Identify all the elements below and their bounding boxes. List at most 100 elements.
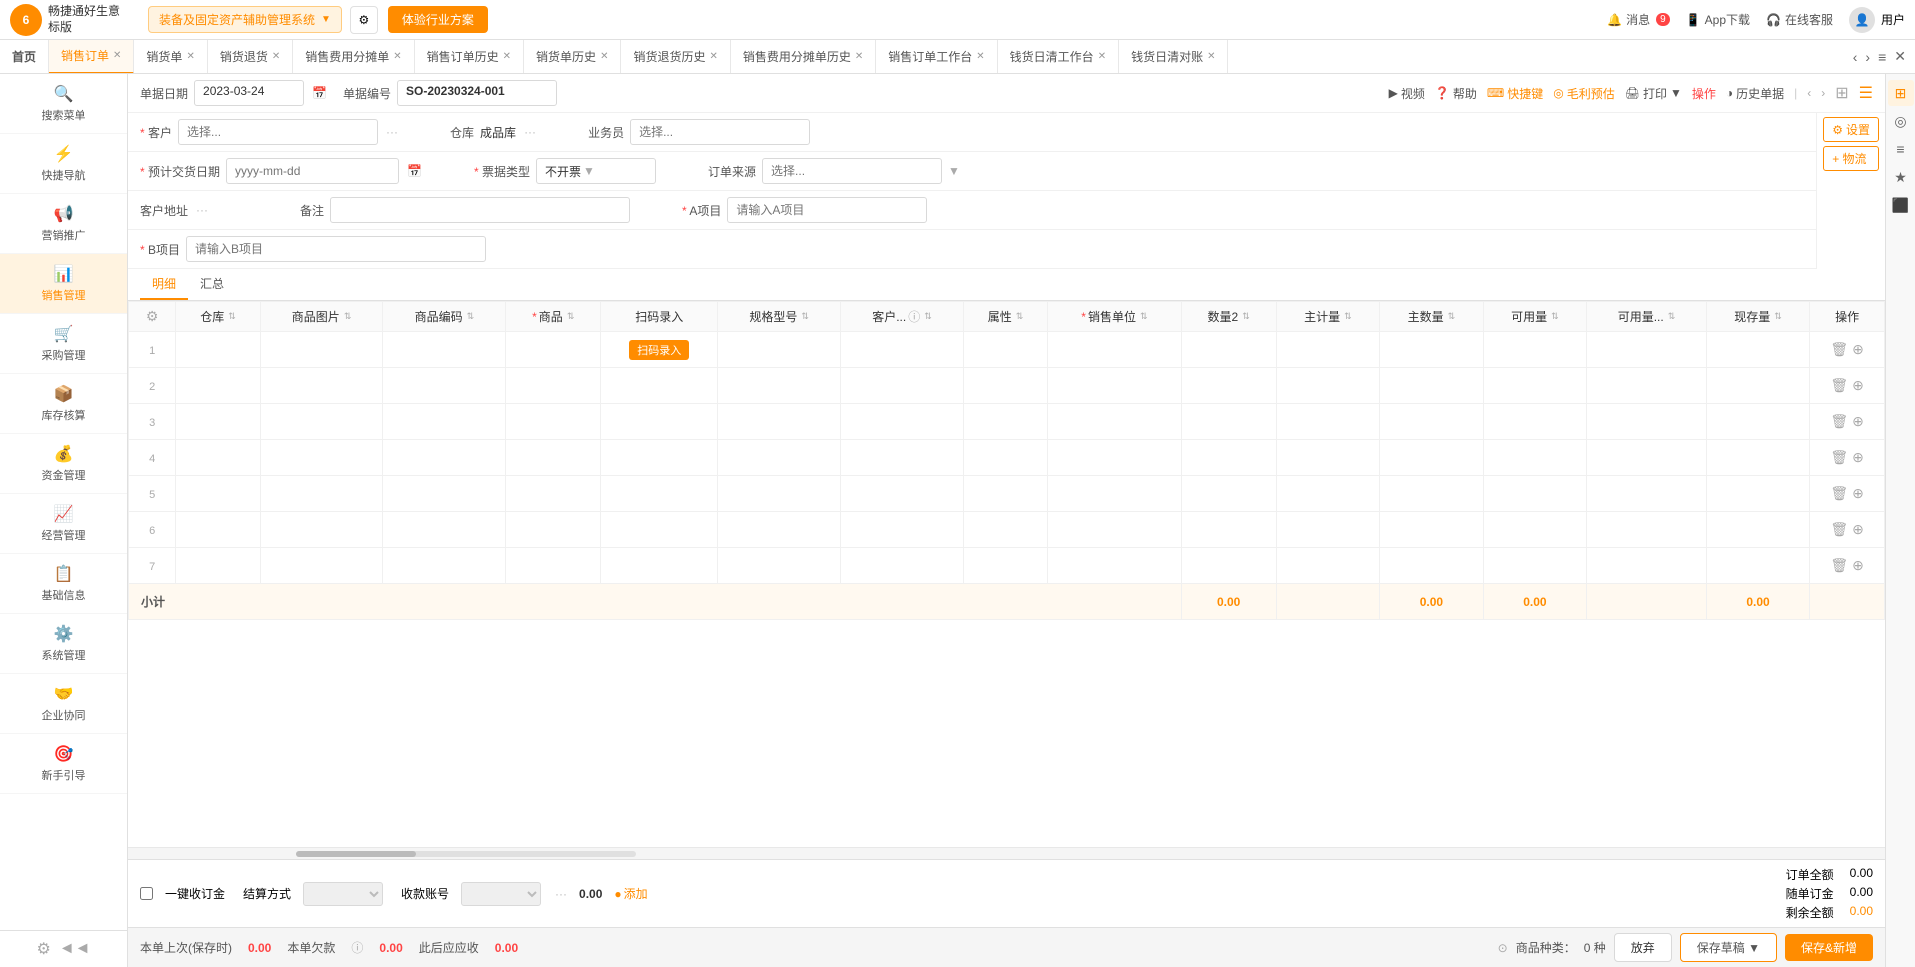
sidebar-item-purchase[interactable]: 🛒 采购管理 [0, 314, 127, 374]
delete-icon-4[interactable]: 🗑 [1830, 449, 1848, 466]
operation-btn[interactable]: 操作 [1692, 85, 1716, 102]
right-panel-icon-3[interactable]: ≡ [1888, 136, 1914, 162]
sidebar-item-finance[interactable]: 💰 资金管理 [0, 434, 127, 494]
tab-close-icon[interactable]: ✕ [113, 50, 121, 61]
right-panel-icon-4[interactable]: ★ [1888, 164, 1914, 190]
tab-home[interactable]: 首页 [0, 40, 49, 74]
order-source-input[interactable] [762, 158, 942, 184]
tab-close-icon[interactable]: ✕ [393, 51, 401, 62]
tab-daily-workbench[interactable]: 钱货日清工作台 ✕ [998, 40, 1119, 74]
save-draft-btn[interactable]: 保存草稿 ▼ [1680, 933, 1777, 962]
delivery-calendar-icon[interactable]: 📅 [407, 164, 422, 178]
tab-close-icon[interactable]: ✕ [1207, 51, 1215, 62]
delete-icon-1[interactable]: 🗑 [1830, 341, 1848, 358]
tab-sales-return[interactable]: 销货退货 ✕ [208, 40, 293, 74]
customer-input[interactable] [178, 119, 378, 145]
settings-gear-btn[interactable]: ⚙ [350, 6, 378, 34]
sidebar-item-search[interactable]: 🔍 搜索菜单 [0, 74, 127, 134]
tab-close-icon[interactable]: ✕ [855, 51, 863, 62]
delete-icon-5[interactable]: 🗑 [1830, 485, 1848, 502]
app-download-item[interactable]: 📱 App下载 [1686, 11, 1750, 28]
tab-sales-order[interactable]: 销售订单 ✕ [49, 40, 134, 74]
print-btn[interactable]: 🖨 打印 ▼ [1625, 85, 1682, 102]
warehouse-expand-icon[interactable]: ··· [524, 125, 536, 139]
copy-icon-4[interactable]: ⊕ [1852, 449, 1864, 466]
date-input[interactable]: 2023-03-24 [194, 80, 304, 106]
customer-expand-icon[interactable]: ··· [386, 125, 398, 139]
tab-sales-invoice[interactable]: 销货单 ✕ [134, 40, 207, 74]
tab-close-icon[interactable]: ✕ [976, 51, 984, 62]
shortcut-btn[interactable]: ⌨ 快捷键 [1487, 85, 1543, 102]
tab-order-history[interactable]: 销售订单历史 ✕ [415, 40, 524, 74]
copy-icon-3[interactable]: ⊕ [1852, 413, 1864, 430]
b-project-input[interactable] [186, 236, 486, 262]
tab-fee-split[interactable]: 销售费用分摊单 ✕ [293, 40, 414, 74]
tab-order-workbench[interactable]: 销售订单工作台 ✕ [876, 40, 997, 74]
tab-prev-icon[interactable]: ‹ [1850, 49, 1861, 65]
industry-btn[interactable]: 体验行业方案 [388, 6, 488, 33]
sidebar-item-management[interactable]: 📈 经营管理 [0, 494, 127, 554]
calendar-icon[interactable]: 📅 [312, 86, 327, 100]
sidebar-item-guide[interactable]: 🎯 新手引导 [0, 734, 127, 794]
notification-item[interactable]: 🔔 消息 9 [1607, 11, 1670, 28]
toolbar-next-icon[interactable]: › [1821, 86, 1825, 100]
tab-close-icon[interactable]: ✕ [503, 51, 511, 62]
copy-icon-7[interactable]: ⊕ [1852, 557, 1864, 574]
add-btn[interactable]: ● 添加 [614, 885, 647, 902]
profit-btn[interactable]: ◎ 毛利预估 [1553, 85, 1615, 102]
tab-close-icon[interactable]: ✕ [709, 51, 717, 62]
sidebar-item-basics[interactable]: 📋 基础信息 [0, 554, 127, 614]
sidebar-collapse-icon[interactable]: ◄◄ [59, 940, 91, 958]
tab-menu-icon[interactable]: ≡ [1875, 49, 1889, 65]
quick-order-checkbox[interactable] [140, 887, 153, 900]
code-input[interactable]: SO-20230324-001 [397, 80, 557, 106]
staff-input[interactable] [630, 119, 810, 145]
copy-icon-1[interactable]: ⊕ [1852, 341, 1864, 358]
copy-icon-6[interactable]: ⊕ [1852, 521, 1864, 538]
copy-icon-5[interactable]: ⊕ [1852, 485, 1864, 502]
user-area[interactable]: 👤 用户 [1849, 7, 1905, 33]
delivery-input[interactable] [226, 158, 399, 184]
sidebar-item-sales[interactable]: 📊 销售管理 [0, 254, 127, 314]
delete-icon-6[interactable]: 🗑 [1830, 521, 1848, 538]
scan-btn-1[interactable]: 扫码录入 [629, 340, 689, 360]
sub-tab-summary[interactable]: 汇总 [188, 269, 236, 300]
help-btn[interactable]: ❓ 帮助 [1435, 85, 1477, 102]
sidebar-item-inventory[interactable]: 📦 库存核算 [0, 374, 127, 434]
settings-right-btn[interactable]: ⚙ ⚙️ 设置 [1823, 117, 1879, 142]
tab-close-icon[interactable]: ✕ [1098, 51, 1106, 62]
delete-icon-7[interactable]: 🗑 [1830, 557, 1848, 574]
discard-btn[interactable]: 放弃 [1614, 933, 1672, 962]
tab-close-icon[interactable]: ✕ [272, 51, 280, 62]
address-expand-icon[interactable]: ··· [196, 203, 208, 217]
right-panel-icon-1[interactable]: ⊞ [1888, 80, 1914, 106]
tab-close-icon[interactable]: ✕ [186, 51, 194, 62]
right-panel-icon-5[interactable]: ⬛ [1888, 192, 1914, 218]
delete-icon-2[interactable]: 🗑 [1830, 377, 1848, 394]
online-support-item[interactable]: 🎧 在线客服 [1766, 11, 1833, 28]
tab-daily-account[interactable]: 钱货日清对账 ✕ [1119, 40, 1228, 74]
account-select[interactable] [461, 882, 541, 906]
tab-fee-history[interactable]: 销售费用分摊单历史 ✕ [731, 40, 876, 74]
add-material-btn[interactable]: + 物流 [1823, 146, 1879, 171]
toolbar-grid-icon[interactable]: ⊞ [1835, 83, 1848, 103]
payment-select[interactable] [303, 882, 383, 906]
save-new-btn[interactable]: 保存&新增 [1785, 934, 1873, 961]
delete-icon-3[interactable]: 🗑 [1830, 413, 1848, 430]
invoice-select[interactable]: 不开票 ▼ [536, 158, 656, 184]
remark-input[interactable] [330, 197, 630, 223]
system-title-btn[interactable]: 装备及固定资产辅助管理系统 ▼ [148, 6, 342, 33]
scrollbar-track[interactable] [296, 851, 636, 857]
tab-invoice-history[interactable]: 销货单历史 ✕ [524, 40, 621, 74]
copy-icon-2[interactable]: ⊕ [1852, 377, 1864, 394]
sidebar-gear-icon[interactable]: ⚙ [36, 939, 50, 959]
toolbar-prev-icon[interactable]: ‹ [1807, 86, 1811, 100]
col-settings-header[interactable]: ⚙ [129, 302, 176, 332]
tab-close-icon[interactable]: ✕ [600, 51, 608, 62]
toolbar-list-icon[interactable]: ☰ [1859, 83, 1873, 103]
account-expand-icon[interactable]: ··· [555, 887, 567, 901]
tab-next-icon[interactable]: › [1862, 49, 1873, 65]
scrollbar-thumb[interactable] [296, 851, 416, 857]
sidebar-item-system[interactable]: ⚙️ 系统管理 [0, 614, 127, 674]
tab-close-all-icon[interactable]: ✕ [1891, 48, 1909, 65]
